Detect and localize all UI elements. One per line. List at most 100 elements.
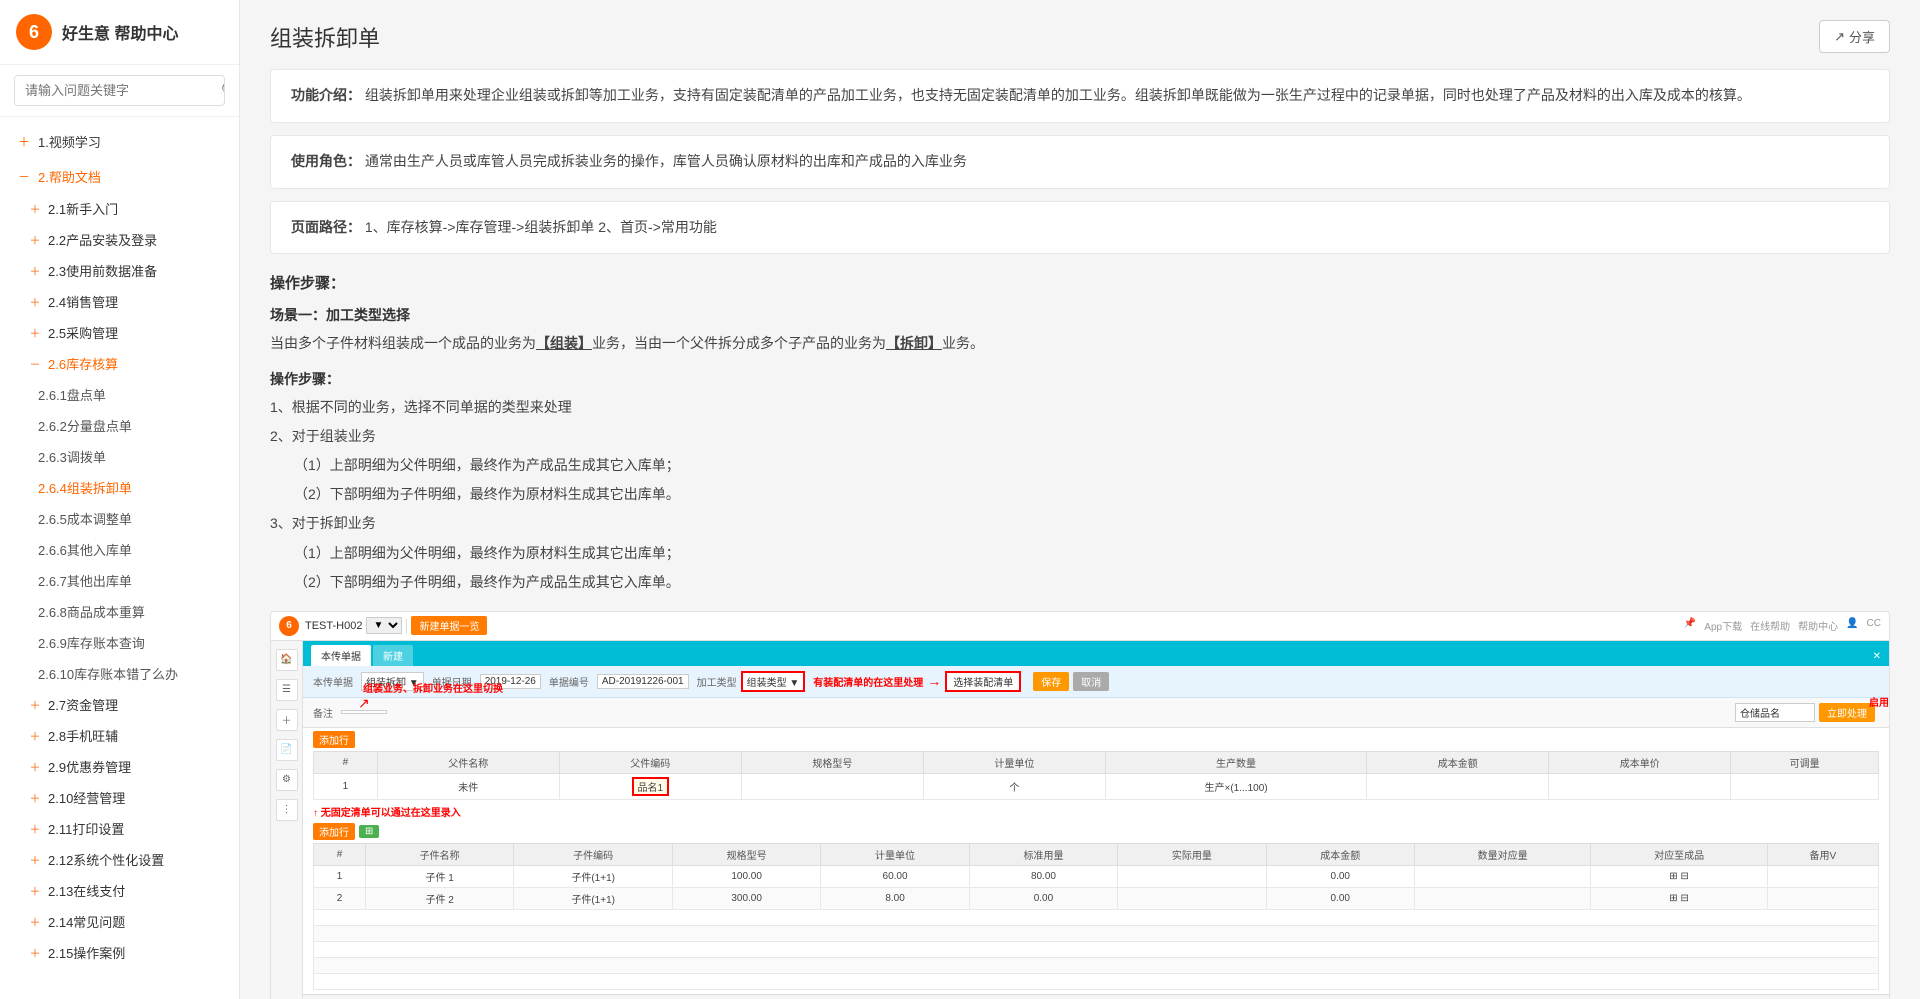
sim-icons: 📌 App下载 在线帮助 帮助中心 👤 CC [1684,618,1881,633]
sim-th2-spec: 规格型号 [672,843,820,865]
sidebar-item-transfer[interactable]: 2.6.3调拨单 [0,441,239,472]
sidebar-item-settings[interactable]: ＋ 2.12系统个性化设置 [0,844,239,875]
role-label: 使用角色： [291,153,361,169]
sim-form-content: 本传单据 新建 ✕ 本传单据 组装拆卸 ▼ 单据日期 2019-12-26 [303,641,1889,999]
sim-warehouse-field[interactable]: 仓储品名 [1735,703,1815,722]
sim-remark-label: 备注 [313,705,333,720]
sim-company-code: TEST-H002 [305,620,362,632]
cell-unit: 个 [923,773,1105,799]
cell2-product: ⊞ ⊟ [1591,865,1767,887]
sim-nav-settings[interactable]: ⚙ [276,769,298,791]
sim-save-btn[interactable]: 保存 [1033,672,1069,691]
sim-ordernum-field[interactable]: AD-20191226-001 [597,674,689,689]
sim-new-btn[interactable]: 新建单据一览 [411,616,487,635]
path-text: 1、库存核算->库存管理->组装拆卸单 2、首页->常用功能 [365,219,717,235]
sidebar-item-online-pay[interactable]: ＋ 2.13在线支付 [0,875,239,906]
sim-process-btn[interactable]: 立即处理 [1819,703,1875,722]
sim-cancel-btn[interactable]: 取消 [1073,672,1109,691]
sidebar-item-print[interactable]: ＋ 2.11打印设置 [0,813,239,844]
sidebar-item-purchase[interactable]: ＋ 2.5采购管理 [0,317,239,348]
sim-nav-list[interactable]: ☰ [276,679,298,701]
sidebar-item-install[interactable]: ＋ 2.2产品安装及登录 [0,224,239,255]
sidebar-item-assembly[interactable]: 2.6.4组装拆卸单 [0,472,239,503]
cell-empty6 [314,957,1879,973]
sim-icon-cc: CC [1867,618,1881,633]
sim-tab-actions: ✕ [1873,651,1881,666]
sidebar-item-cost-recalc[interactable]: 2.6.8商品成本重算 [0,596,239,627]
search-area: 🔍 [0,65,239,117]
sim-tab-new[interactable]: 新建 [373,645,413,666]
path-label: 页面路径： [291,219,361,235]
sidebar-item-videos[interactable]: ＋ 1.视频学习 [0,125,239,158]
sidebar-item-partial-stocktake[interactable]: 2.6.2分量盘点单 [0,410,239,441]
cell2b-name: 子件 2 [365,887,513,909]
cell2b-cost: 0.00 [1266,887,1414,909]
sidebar: 6 好生意 帮助中心 🔍 ＋ 1.视频学习 － 2.帮助文档 [0,0,240,999]
sidebar-item-mobile[interactable]: ＋ 2.8手机旺辅 [0,720,239,751]
sim-th2-ops: 备用V [1767,843,1878,865]
sidebar-item-stocktake[interactable]: 2.6.1盘点单 [0,379,239,410]
minus-icon-2-6: － [28,357,42,371]
sim-tab-active[interactable]: 本传单据 [311,645,371,666]
minus-icon: － [16,169,32,185]
sidebar-item-faq[interactable]: ＋ 2.14常见问题 [0,906,239,937]
sim-logo: 6 [279,616,299,636]
sim-company-select[interactable]: ▼ [366,617,402,634]
sim-type-field[interactable]: 组装类型 ▼ [741,671,806,692]
sim-th2-product: 对应至成品 [1591,843,1767,865]
sim-status-label: 本传单据 [313,674,353,689]
sidebar-item-help-docs[interactable]: － 2.帮助文档 [0,160,239,193]
sim-topbar-content: TEST-H002 ▼ 新建单据一览 [305,616,487,635]
share-button[interactable]: ↗ 分享 [1819,20,1890,53]
cell2b-product: ⊞ ⊟ [1591,887,1767,909]
sidebar-item-coupon[interactable]: ＋ 2.9优惠券管理 [0,751,239,782]
annotation1-text: 有装配清单的在这里处理 [813,674,923,689]
sim-add-child-btn[interactable]: 添加行 [313,823,355,840]
cell2-cost: 0.00 [1266,865,1414,887]
sim-annotation1: 有装配清单的在这里处理 → 选择装配清单 [813,671,1021,692]
sidebar-item-cases[interactable]: ＋ 2.15操作案例 [0,937,239,968]
sidebar-item-cost-adjust[interactable]: 2.6.5成本调整单 [0,503,239,534]
cell2b-actual [1118,887,1266,909]
cell2-num: 1 [314,865,366,887]
step3-1: （1）上部明细为父件明细，最终作为原材料生成其它出库单； [270,541,1890,566]
sim-topbar: 6 TEST-H002 ▼ 新建单据一览 📌 App下载 在线帮助 帮助中心 [271,612,1889,641]
table-row: 1 子件 1 子件(1+1) 100.00 60.00 80.00 0.00 [314,865,1879,887]
search-input[interactable] [15,77,211,104]
sidebar-item-data-prep[interactable]: ＋ 2.3使用前数据准备 [0,255,239,286]
sim-nav-doc[interactable]: 📄 [276,739,298,761]
help-docs-sublist: ＋ 2.1新手入门 ＋ 2.2产品安装及登录 ＋ 2.3使用前数据准备 ＋ 2.… [0,193,239,968]
sim-nav-add[interactable]: ＋ [276,709,298,731]
sidebar-item-newbie[interactable]: ＋ 2.1新手入门 [0,193,239,224]
sim-th2-qty-corr: 数量对应量 [1414,843,1590,865]
sim-th-spec: 规格型号 [741,751,923,773]
cell2-code: 子件(1+1) [514,865,673,887]
search-button[interactable]: 🔍 [211,76,225,105]
sim-add-row-btn[interactable]: 添加行 [313,731,355,748]
sim-expand-btn[interactable]: ⊞ [359,825,379,838]
sim-bom-btn[interactable]: 选择装配清单 [945,671,1021,692]
sim-close-btn[interactable]: ✕ [1873,651,1881,662]
sidebar-item-finance[interactable]: ＋ 2.7资金管理 [0,689,239,720]
sim-upper-table-area: # 父件名称 父件编码 规格型号 计量单位 生产数量 成本金额 成本单价 可调量 [303,751,1889,823]
sim-nav-more[interactable]: ⋮ [276,799,298,821]
step3-2: （2）下部明细为子件明细，最终作为产成品生成其它入库单。 [270,570,1890,595]
sim-icon-avatar: 👤 [1846,618,1858,633]
sidebar-item-other-outbound[interactable]: 2.6.7其他出库单 [0,565,239,596]
sidebar-item-inventory-error[interactable]: 2.6.10库存账本错了么办 [0,658,239,689]
sim-upper-table-label-row: 添加行 [303,728,1889,751]
cell2b-qty-corr [1414,887,1590,909]
sim-nav-home[interactable]: 🏠 [276,649,298,671]
sidebar-item-sales[interactable]: ＋ 2.4销售管理 [0,286,239,317]
sidebar-item-operations[interactable]: ＋ 2.10经营管理 [0,782,239,813]
cell2-spec: 100.00 [672,865,820,887]
sidebar-item-inventory-query[interactable]: 2.6.9库存账本查询 [0,627,239,658]
sim-bottom-row: 合计 89.00 0.00 0.00 0.00 [303,994,1889,999]
step2: 2、对于组装业务 [270,424,1890,449]
cell2b-std: 0.00 [969,887,1117,909]
cell-avail [1731,773,1879,799]
sidebar-item-other-inbound[interactable]: 2.6.6其他入库单 [0,534,239,565]
sidebar-item-inventory[interactable]: － 2.6库存核算 [0,348,239,379]
cell2b-unit: 8.00 [821,887,969,909]
table-row [314,909,1879,925]
